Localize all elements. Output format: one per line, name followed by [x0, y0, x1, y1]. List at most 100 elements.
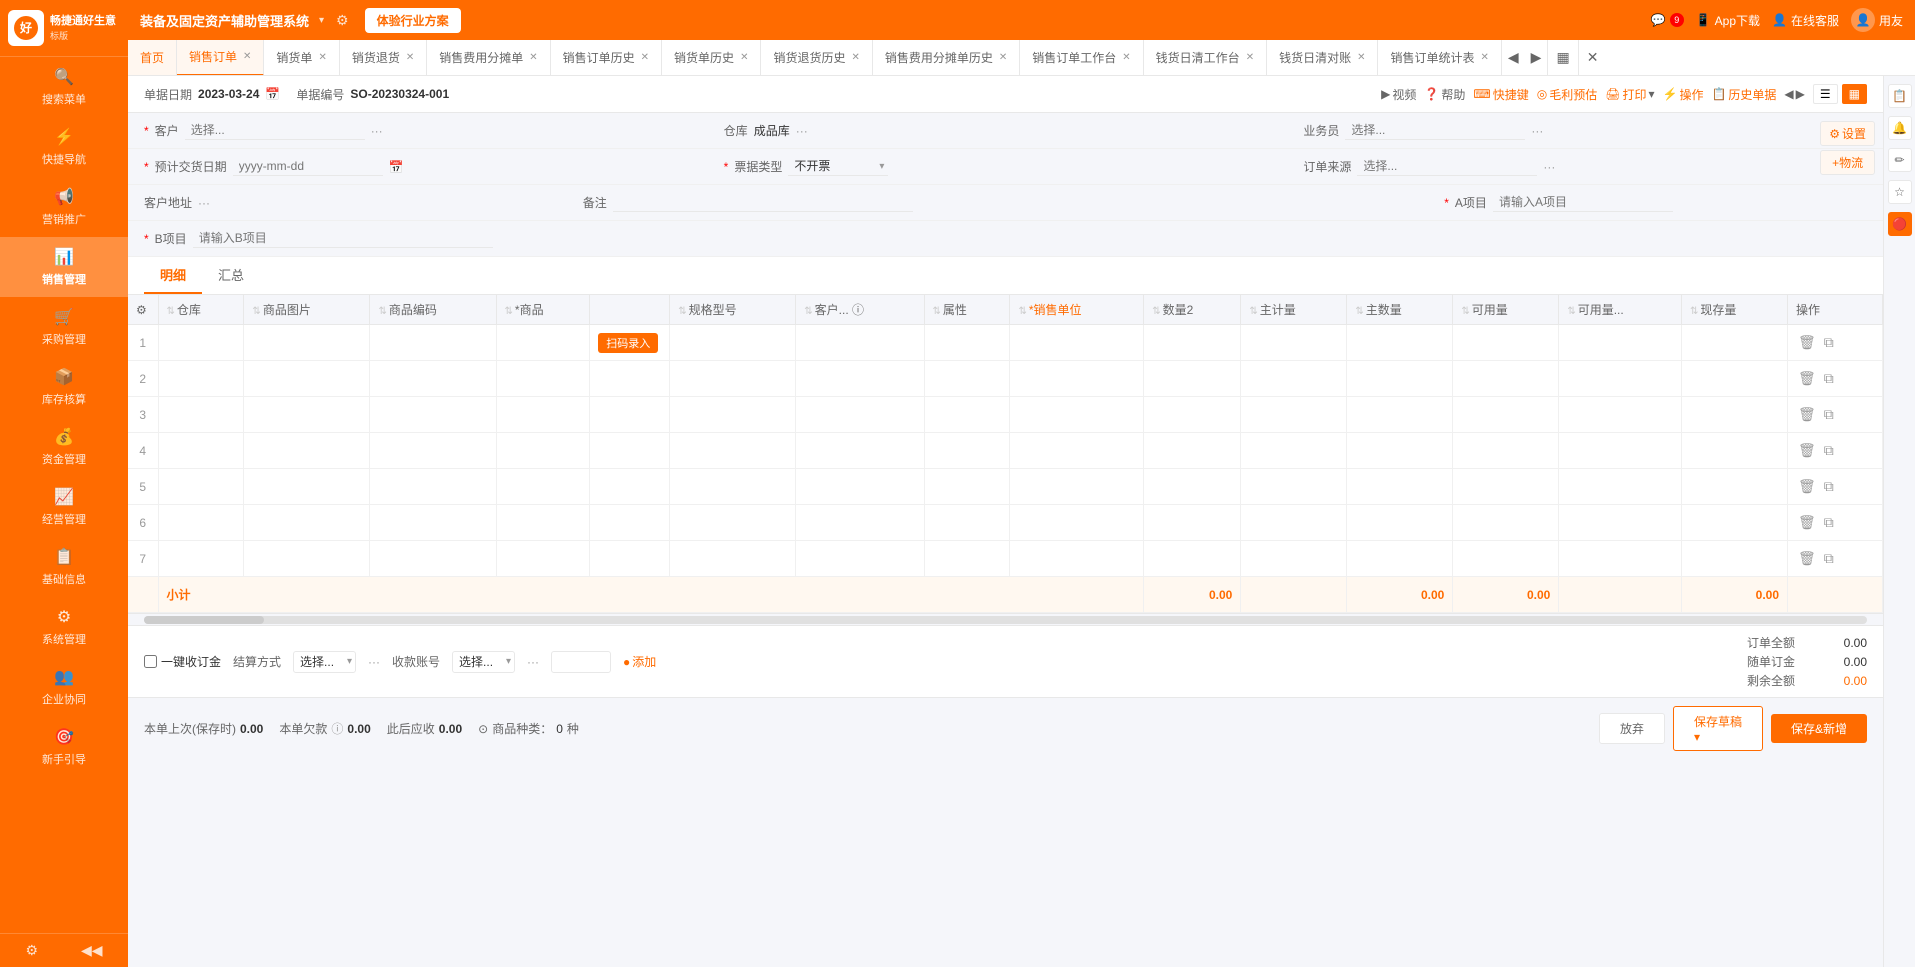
invoice-type-select[interactable]: 不开票 增值税发票 普通发票: [788, 157, 888, 176]
tab-fee-history[interactable]: 销售费用分摊单历史 ✕: [873, 40, 1020, 76]
row-2-copy-btn[interactable]: ⧉: [1822, 368, 1836, 389]
tab-daily-clear-close[interactable]: ✕: [1246, 52, 1254, 63]
amount-input[interactable]: 0.00: [551, 651, 611, 673]
online-service-item[interactable]: 👤 在线客服: [1772, 12, 1839, 29]
right-panel-btn-3[interactable]: ✏: [1888, 148, 1912, 172]
row-1-spec[interactable]: [670, 325, 796, 361]
tab-return-history-close[interactable]: ✕: [851, 52, 859, 63]
row-2-code[interactable]: [370, 361, 496, 397]
user-item[interactable]: 👤 用友: [1851, 8, 1903, 32]
row-2-delete-btn[interactable]: 🗑: [1796, 368, 1818, 389]
row-6-copy-btn[interactable]: ⧉: [1822, 512, 1836, 533]
tab-grid-icon[interactable]: ▦: [1547, 40, 1577, 76]
help-link[interactable]: ❓ 帮助: [1424, 86, 1465, 103]
sidebar-item-basic[interactable]: 📋 基础信息: [0, 537, 128, 597]
sidebar-item-marketing[interactable]: 📢 营销推广: [0, 177, 128, 237]
print-dropdown[interactable]: ▾: [1648, 87, 1654, 101]
row-4-copy-btn[interactable]: ⧉: [1822, 440, 1836, 461]
row-2-spec[interactable]: [670, 361, 796, 397]
quick-payment-checkbox[interactable]: [144, 655, 157, 668]
app-download-item[interactable]: 📱 App下载: [1696, 12, 1760, 29]
tab-daily-reconcile-close[interactable]: ✕: [1357, 52, 1365, 63]
row-2-customer-code[interactable]: [796, 361, 924, 397]
sidebar-item-guide[interactable]: 🎯 新手引导: [0, 717, 128, 777]
shortcut-link[interactable]: ⌨ 快捷键: [1473, 86, 1528, 103]
next-record[interactable]: ▶: [1796, 87, 1805, 101]
sidebar-item-purchase[interactable]: 🛒 采购管理: [0, 297, 128, 357]
calendar-icon[interactable]: 📅: [265, 87, 280, 101]
right-panel-btn-5[interactable]: 🔴: [1888, 212, 1912, 236]
print-link[interactable]: 🖨 打印 ▾: [1605, 86, 1654, 103]
account-select[interactable]: 选择...: [452, 651, 515, 673]
row-6-delete-btn[interactable]: 🗑: [1796, 512, 1818, 533]
list-view-btn[interactable]: ☰: [1813, 84, 1838, 104]
row-2-main-qty[interactable]: [1347, 361, 1453, 397]
row-1-delete-btn[interactable]: 🗑: [1796, 332, 1818, 353]
collapse-icon[interactable]: ◀◀: [81, 942, 103, 959]
tab-sales-order-close[interactable]: ✕: [243, 51, 251, 62]
save-draft-dropdown[interactable]: ▾: [1694, 730, 1742, 744]
tab-home[interactable]: 首页: [128, 40, 177, 76]
solution-button[interactable]: 体验行业方案: [365, 8, 461, 33]
prev-record[interactable]: ◀: [1784, 87, 1793, 101]
notification-item[interactable]: 💬 9: [1651, 13, 1684, 27]
account-expand[interactable]: ···: [527, 655, 539, 669]
sidebar-item-collab[interactable]: 👥 企业协同: [0, 657, 128, 717]
row-1-product[interactable]: [496, 325, 590, 361]
row-2-main-unit[interactable]: [1241, 361, 1347, 397]
scan-btn-1[interactable]: 扫码录入: [598, 333, 658, 353]
tab-sales-stats-close[interactable]: ✕: [1481, 52, 1489, 63]
row-7-delete-btn[interactable]: 🗑: [1796, 548, 1818, 569]
tab-return-history[interactable]: 销货退货历史 ✕: [761, 40, 872, 76]
sidebar-item-search[interactable]: 🔍 搜索菜单: [0, 57, 128, 117]
row-2-warehouse[interactable]: [158, 361, 244, 397]
tab-daily-clear[interactable]: 钱货日清工作台 ✕: [1144, 40, 1267, 76]
tab-sales-return[interactable]: 销货退货 ✕: [340, 40, 427, 76]
row-1-main-unit[interactable]: [1241, 325, 1347, 361]
sidebar-item-inventory[interactable]: 📦 库存核算: [0, 357, 128, 417]
tab-daily-reconcile[interactable]: 钱货日清对账 ✕: [1267, 40, 1378, 76]
customer-expand[interactable]: ···: [371, 124, 383, 138]
payment-method-expand[interactable]: ···: [368, 655, 380, 669]
tab-order-history[interactable]: 销售订单历史 ✕: [551, 40, 662, 76]
row-2-unit[interactable]: [1010, 361, 1144, 397]
tab-order-workbench-close[interactable]: ✕: [1122, 52, 1130, 63]
row-7-copy-btn[interactable]: ⧉: [1822, 548, 1836, 569]
address-expand[interactable]: ···: [198, 196, 210, 210]
row-4-delete-btn[interactable]: 🗑: [1796, 440, 1818, 461]
row-1-unit[interactable]: [1010, 325, 1144, 361]
topbar-gear-icon[interactable]: ⚙: [336, 12, 349, 29]
customer-input[interactable]: [185, 121, 365, 140]
row-1-customer-code[interactable]: [796, 325, 924, 361]
scrollbar-thumb[interactable]: [144, 616, 264, 624]
tab-next-nav[interactable]: ▶: [1525, 40, 1548, 76]
row-2-qty2[interactable]: [1144, 361, 1241, 397]
warehouse-expand[interactable]: ···: [796, 124, 808, 138]
order-source-expand[interactable]: ···: [1543, 160, 1555, 174]
row-1-qty2[interactable]: [1144, 325, 1241, 361]
row-1-main-qty[interactable]: [1347, 325, 1453, 361]
row-5-copy-btn[interactable]: ⧉: [1822, 476, 1836, 497]
sidebar-item-system[interactable]: ⚙ 系统管理: [0, 597, 128, 657]
logistics-button[interactable]: +物流: [1820, 150, 1875, 175]
view-link[interactable]: ▶ 视频: [1381, 86, 1416, 103]
settings-bottom-icon[interactable]: ⚙: [25, 942, 38, 959]
row-2-attr[interactable]: [924, 361, 1010, 397]
th-settings[interactable]: ⚙: [128, 295, 158, 325]
right-panel-btn-1[interactable]: 📋: [1888, 84, 1912, 108]
sidebar-item-sales[interactable]: 📊 销售管理: [0, 237, 128, 297]
tab-invoice-history-close[interactable]: ✕: [740, 52, 748, 63]
staff-input[interactable]: [1345, 121, 1525, 140]
tab-prev-nav[interactable]: ◀: [1502, 40, 1525, 76]
tab-close-all-icon[interactable]: ✕: [1578, 40, 1607, 76]
grid-view-btn[interactable]: ▦: [1842, 84, 1867, 104]
tab-detail[interactable]: 明细: [144, 257, 202, 294]
goods-count-icon[interactable]: ⊙: [478, 722, 488, 736]
row-2-product[interactable]: [496, 361, 590, 397]
row-1-code[interactable]: [370, 325, 496, 361]
row-3-delete-btn[interactable]: 🗑: [1796, 404, 1818, 425]
table-scrollbar[interactable]: [128, 613, 1883, 625]
save-new-button[interactable]: 保存&新增: [1771, 714, 1867, 743]
tab-sales-invoice[interactable]: 销货单 ✕: [264, 40, 339, 76]
row-1-copy-btn[interactable]: ⧉: [1822, 332, 1836, 353]
